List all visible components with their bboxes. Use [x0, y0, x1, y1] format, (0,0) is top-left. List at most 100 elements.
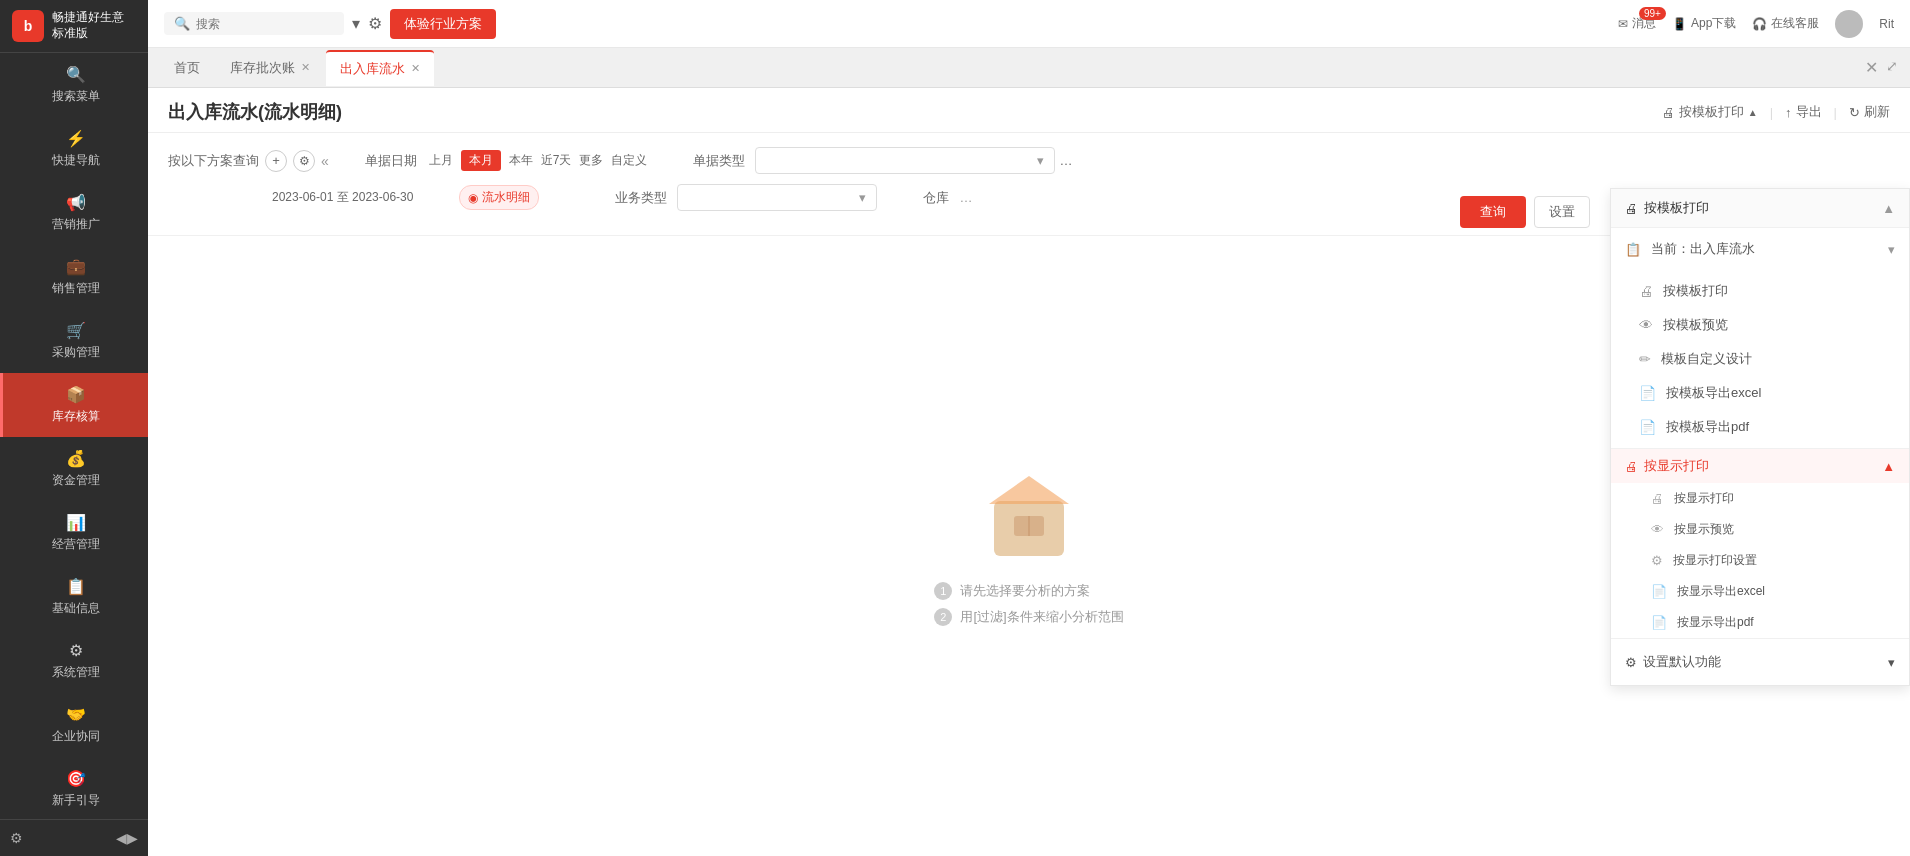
sidebar-item-guide[interactable]: 🎯 新手引导 [0, 757, 148, 819]
tab-batch[interactable]: 库存批次账 ✕ [216, 51, 324, 85]
date-shortcut-7days[interactable]: 近7天 [541, 152, 572, 169]
tab-flow-label: 出入库流水 [340, 60, 405, 78]
tab-home[interactable]: 首页 [160, 51, 214, 85]
date-shortcut-this-month[interactable]: 本月 [461, 150, 501, 171]
biz-type-group: 业务类型 ▾ [615, 184, 877, 211]
warehouse-more-btn[interactable]: … [959, 190, 972, 205]
app-download-btn[interactable]: 📱 App下载 [1672, 15, 1736, 32]
date-shortcuts: 上月 本月 本年 近7天 更多 自定义 [429, 150, 648, 171]
sidebar-item-search[interactable]: 🔍 搜索菜单 [0, 53, 148, 117]
sidebar-item-label: 搜索菜单 [52, 88, 100, 105]
display-setting-item[interactable]: ⚙ 按显示打印设置 [1611, 545, 1909, 576]
cart-icon: 🛒 [66, 321, 86, 340]
template-pdf-item[interactable]: 📄 按模板导出pdf [1611, 410, 1909, 444]
page-actions: 🖨 按模板打印 ▲ | ↑ 导出 | ↻ 刷新 [1662, 103, 1890, 121]
tab-flow[interactable]: 出入库流水 ✕ [326, 50, 434, 86]
collapse-sidebar-btn[interactable]: ◀▶ [116, 830, 138, 846]
app-label: App下载 [1691, 15, 1736, 32]
export-btn[interactable]: ↑ 导出 [1785, 103, 1822, 121]
message-btn[interactable]: ✉ 消息 99+ [1618, 15, 1656, 32]
search-input[interactable] [196, 17, 326, 31]
display-print-item[interactable]: 🖨 按显示打印 [1611, 483, 1909, 514]
filter-setting-btn[interactable]: ⚙ [293, 150, 315, 172]
sidebar-item-basic[interactable]: 📋 基础信息 [0, 565, 148, 629]
sidebar-item-purchase[interactable]: 🛒 采购管理 [0, 309, 148, 373]
date-shortcut-last-month[interactable]: 上月 [429, 152, 453, 169]
topbar-gear-icon[interactable]: ▾ [352, 14, 360, 33]
filter-tag-liushui[interactable]: ◉ 流水明细 [459, 185, 539, 210]
empty-icon [979, 466, 1079, 566]
display-preview-item[interactable]: 👁 按显示预览 [1611, 514, 1909, 545]
query-label: 按以下方案查询 + ⚙ « [168, 150, 329, 172]
industry-btn[interactable]: 体验行业方案 [390, 9, 496, 39]
display-excel-item[interactable]: 📄 按显示导出excel [1611, 576, 1909, 607]
refresh-btn[interactable]: ↻ 刷新 [1849, 103, 1890, 121]
briefcase-icon: 💼 [66, 257, 86, 276]
dropdown-close-arrow[interactable]: ▲ [1882, 201, 1895, 216]
sidebar-item-finance[interactable]: 💰 资金管理 [0, 437, 148, 501]
sidebar-item-inventory[interactable]: 📦 库存核算 [0, 373, 148, 437]
template-custom-item[interactable]: ✏ 模板自定义设计 [1611, 342, 1909, 376]
filter-add-btn[interactable]: + [265, 150, 287, 172]
biz-type-label: 业务类型 [615, 189, 667, 207]
settings-query-btn[interactable]: 设置 [1534, 196, 1590, 228]
topbar-right: ✉ 消息 99+ 📱 App下载 🎧 在线客服 Rit [1618, 10, 1894, 38]
doc-type-group: 单据类型 ▾ … [693, 147, 1072, 174]
template-excel-item[interactable]: 📄 按模板导出excel [1611, 376, 1909, 410]
close-window-btn[interactable]: ✕ [1865, 58, 1878, 77]
sidebar-item-system[interactable]: ⚙ 系统管理 [0, 629, 148, 693]
date-shortcut-this-year[interactable]: 本年 [509, 152, 533, 169]
tab-flow-close[interactable]: ✕ [411, 62, 420, 75]
eye-icon: 👁 [1651, 522, 1664, 537]
filter-tag-label: 流水明细 [482, 189, 530, 206]
date-label: 单据日期 [365, 152, 417, 170]
tab-batch-close[interactable]: ✕ [301, 61, 310, 74]
settings-icon: ⚙ [1651, 553, 1663, 568]
page-title: 出入库流水(流水明细) [168, 100, 342, 124]
sidebar-item-operation[interactable]: 📊 经营管理 [0, 501, 148, 565]
doc-type-more-btn[interactable]: … [1059, 153, 1072, 168]
display-group-header[interactable]: 🖨 按显示打印 ▲ [1611, 449, 1909, 483]
tabbar: 首页 库存批次账 ✕ 出入库流水 ✕ ✕ ⤢ [148, 48, 1910, 88]
query-btn[interactable]: 查询 [1460, 196, 1526, 228]
footer-arrow: ▾ [1888, 655, 1895, 670]
template-preview-item[interactable]: 👁 按模板预览 [1611, 308, 1909, 342]
current-arrow: ▾ [1888, 242, 1895, 257]
tab-home-label: 首页 [174, 59, 200, 77]
print-template-btn[interactable]: 🖨 按模板打印 ▲ [1662, 103, 1758, 121]
print-dropdown-panel: 🖨 按模板打印 ▲ 📋 当前：出入库流水 ▾ 🖨 按模板打印 👁 [1610, 188, 1910, 686]
doc-type-select[interactable]: ▾ [755, 147, 1055, 174]
page-content: 出入库流水(流水明细) 🖨 按模板打印 ▲ | ↑ 导出 | ↻ 刷新 [148, 88, 1910, 856]
sidebar-item-sales[interactable]: 💼 销售管理 [0, 245, 148, 309]
empty-step-2: 2 用[过滤]条件来缩小分析范围 [934, 608, 1123, 626]
display-group: 🖨 按显示打印 ▲ 🖨 按显示打印 👁 按显示预览 ⚙ 按显示打印设置 [1611, 448, 1909, 638]
dropdown-current-item[interactable]: 📋 当前：出入库流水 ▾ [1611, 232, 1909, 266]
dropdown-footer: ⚙ 设置默认功能 ▾ [1611, 638, 1909, 685]
sidebar-item-marketing[interactable]: 📢 营销推广 [0, 181, 148, 245]
filter-collapse-icon[interactable]: « [321, 153, 329, 169]
avatar[interactable] [1835, 10, 1863, 38]
set-default-btn[interactable]: ⚙ 设置默认功能 ▾ [1625, 647, 1895, 677]
topbar-settings-icon[interactable]: ⚙ [368, 14, 382, 33]
sidebar-item-coop[interactable]: 🤝 企业协同 [0, 693, 148, 757]
biz-type-select[interactable]: ▾ [677, 184, 877, 211]
settings-bottom-btn[interactable]: ⚙ [10, 830, 23, 846]
display-pdf-label: 按显示导出pdf [1677, 614, 1754, 631]
sidebar-item-quicknav[interactable]: ⚡ 快捷导航 [0, 117, 148, 181]
sidebar-item-label: 营销推广 [52, 216, 100, 233]
display-group-label: 按显示打印 [1644, 457, 1709, 475]
display-setting-label: 按显示打印设置 [1673, 552, 1757, 569]
topbar-search-box[interactable]: 🔍 [164, 12, 344, 35]
expand-btn[interactable]: ⤢ [1886, 58, 1898, 77]
date-shortcut-custom[interactable]: 自定义 [611, 152, 647, 169]
template-excel-label: 按模板导出excel [1666, 384, 1761, 402]
display-pdf-item[interactable]: 📄 按显示导出pdf [1611, 607, 1909, 638]
date-shortcut-more[interactable]: 更多 [579, 152, 603, 169]
template-print-item[interactable]: 🖨 按模板打印 [1611, 274, 1909, 308]
template-custom-label: 模板自定义设计 [1661, 350, 1752, 368]
customer-service-btn[interactable]: 🎧 在线客服 [1752, 15, 1819, 32]
username-label: Rit [1879, 17, 1894, 31]
step-num-1: 1 [934, 582, 952, 600]
sidebar-item-label: 销售管理 [52, 280, 100, 297]
print-icon: 🖨 [1625, 201, 1638, 216]
